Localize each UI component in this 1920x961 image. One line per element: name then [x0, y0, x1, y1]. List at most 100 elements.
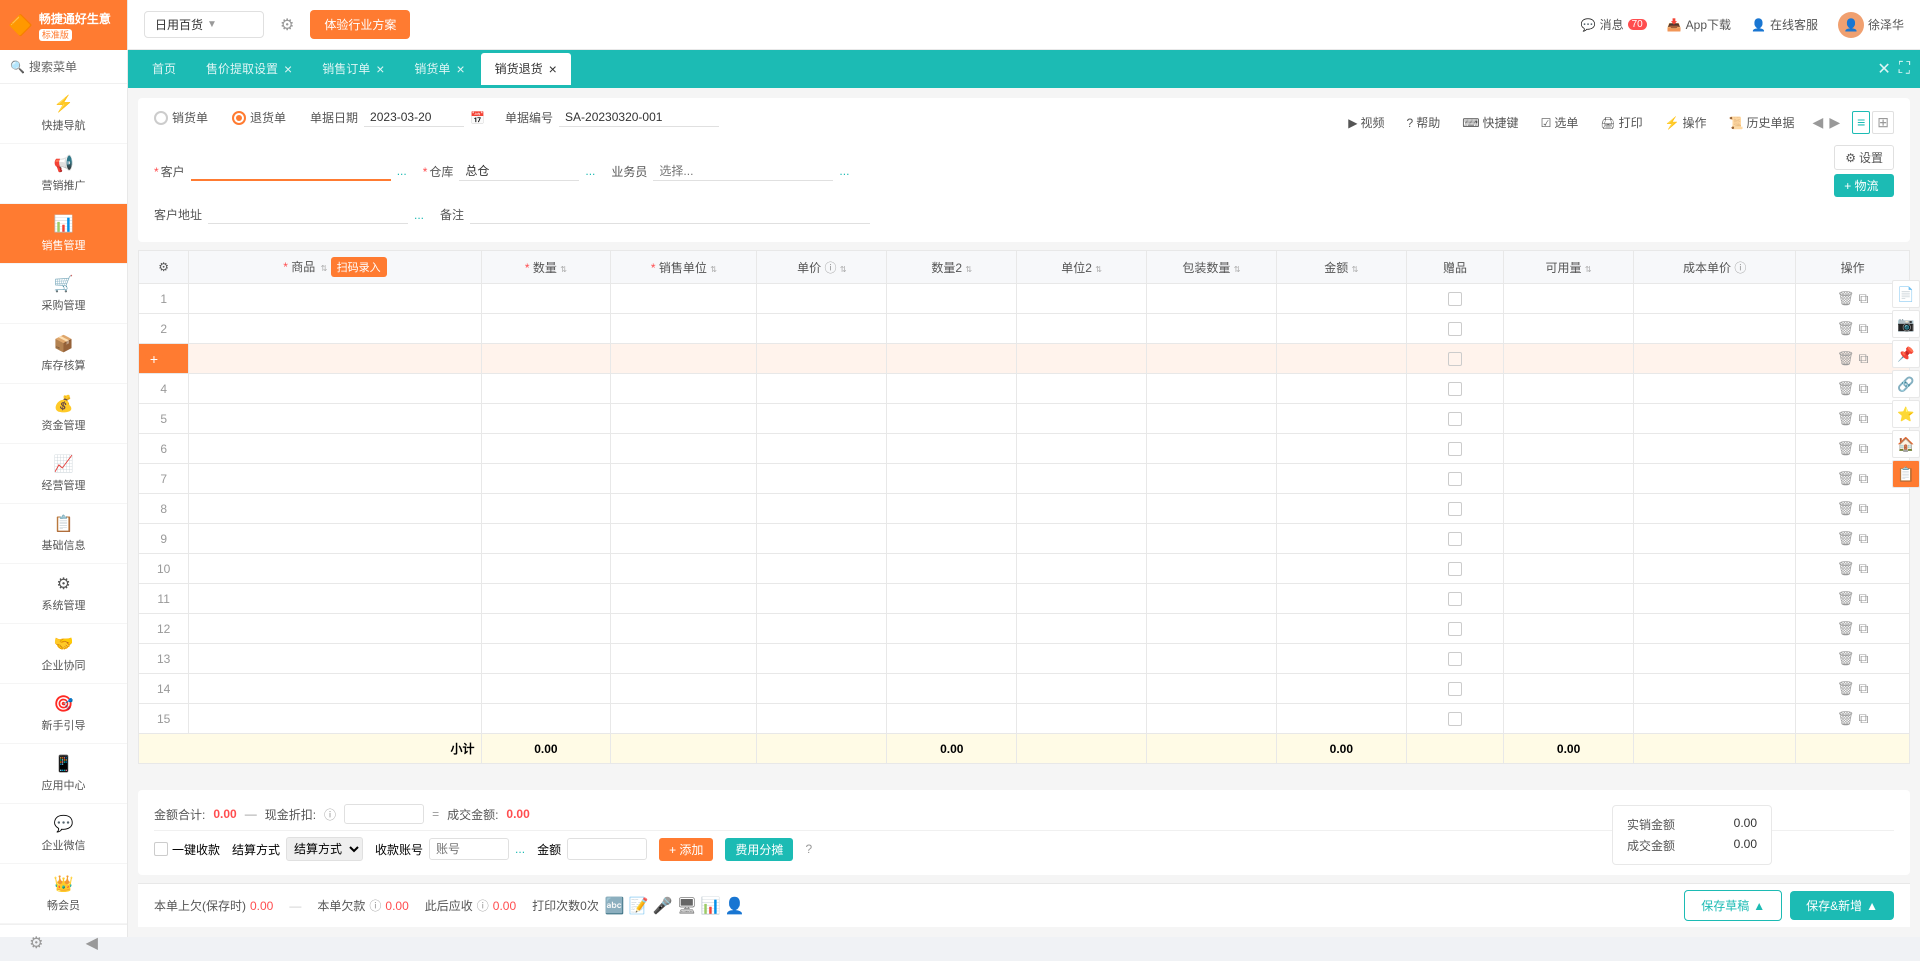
unit2-cell[interactable] — [1017, 644, 1147, 674]
staff-ellipsis[interactable]: ... — [839, 164, 849, 178]
delete-row-icon[interactable]: 🗑 — [1835, 530, 1857, 546]
qty-cell[interactable] — [481, 614, 611, 644]
shortcut-btn[interactable]: ⌨ 快捷键 — [1456, 111, 1524, 134]
side-action-5[interactable]: ⭐ — [1892, 400, 1920, 428]
unit2-cell[interactable] — [1017, 344, 1147, 374]
price-cell[interactable] — [757, 314, 887, 344]
delete-row-icon[interactable]: 🗑 — [1835, 470, 1857, 486]
col-gear[interactable]: ⚙ — [139, 251, 189, 284]
copy-row-icon[interactable]: ⧉ — [1857, 560, 1871, 576]
settings-btn[interactable]: ⚙ 设置 — [1834, 145, 1894, 170]
input-bar-icon-6[interactable]: 👤 — [725, 896, 745, 916]
tab-sale-price-close[interactable]: × — [284, 53, 292, 85]
cost-price-cell[interactable] — [1634, 284, 1796, 314]
qty-cell[interactable] — [481, 404, 611, 434]
qty2-cell[interactable] — [887, 584, 1017, 614]
copy-row-icon[interactable]: ⧉ — [1857, 500, 1871, 516]
delete-row-icon[interactable]: 🗑 — [1835, 320, 1857, 336]
col-product-sort[interactable]: ⇅ — [321, 264, 328, 273]
price-cell[interactable] — [757, 494, 887, 524]
pkg-qty-cell[interactable] — [1147, 464, 1277, 494]
customer-input[interactable] — [191, 161, 391, 181]
cost-price-cell[interactable] — [1634, 554, 1796, 584]
sale-unit-cell[interactable] — [611, 344, 757, 374]
scan-button[interactable]: 扫码录入 — [331, 257, 387, 277]
cost-price-cell[interactable] — [1634, 524, 1796, 554]
price-cell[interactable] — [757, 584, 887, 614]
amount-cell[interactable] — [1276, 704, 1406, 734]
gift-checkbox[interactable] — [1448, 562, 1462, 576]
discount-input[interactable] — [344, 804, 424, 824]
amount-cell[interactable] — [1276, 524, 1406, 554]
unit2-cell[interactable] — [1017, 374, 1147, 404]
available-cell[interactable] — [1504, 464, 1634, 494]
pkg-qty-cell[interactable] — [1147, 344, 1277, 374]
delete-row-icon[interactable]: 🗑 — [1835, 620, 1857, 636]
qty2-cell[interactable] — [887, 614, 1017, 644]
sidebar-item-new-guide[interactable]: 🎯 新手引导 — [0, 684, 127, 744]
qty2-cell[interactable] — [887, 674, 1017, 704]
radio-sale-out[interactable]: 销货单 — [154, 109, 208, 126]
code-input[interactable] — [559, 108, 719, 127]
gift-checkbox[interactable] — [1448, 322, 1462, 336]
pkg-qty-cell[interactable] — [1147, 644, 1277, 674]
copy-row-icon[interactable]: ⧉ — [1857, 650, 1871, 666]
delete-row-icon[interactable]: 🗑 — [1835, 560, 1857, 576]
unit2-cell[interactable] — [1017, 614, 1147, 644]
prev-arrow[interactable]: ◀ — [1811, 114, 1826, 131]
radio-return[interactable]: 退货单 — [232, 109, 286, 126]
sidebar-settings-icon[interactable]: ⚙ — [29, 933, 43, 953]
pkg-qty-cell[interactable] — [1147, 434, 1277, 464]
cost-price-cell[interactable] — [1634, 494, 1796, 524]
available-cell[interactable] — [1504, 404, 1634, 434]
col-unit2-sort[interactable]: ⇅ — [1095, 265, 1102, 274]
copy-row-icon[interactable]: ⧉ — [1857, 410, 1871, 426]
cost-price-cell[interactable] — [1634, 344, 1796, 374]
sale-unit-cell[interactable] — [611, 704, 757, 734]
copy-row-icon[interactable]: ⧉ — [1857, 530, 1871, 546]
cost-price-cell[interactable] — [1634, 644, 1796, 674]
qty-cell[interactable] — [481, 494, 611, 524]
gift-checkbox[interactable] — [1448, 592, 1462, 606]
pkg-qty-cell[interactable] — [1147, 374, 1277, 404]
unit2-cell[interactable] — [1017, 524, 1147, 554]
print-btn[interactable]: 🖨 打印 — [1594, 111, 1648, 134]
qty-cell[interactable] — [481, 374, 611, 404]
topbar-gear-icon[interactable]: ⚙ — [280, 15, 294, 35]
side-action-1[interactable]: 📄 — [1892, 280, 1920, 308]
qty-cell[interactable] — [481, 524, 611, 554]
gift-checkbox[interactable] — [1448, 442, 1462, 456]
pkg-qty-cell[interactable] — [1147, 524, 1277, 554]
unit2-cell[interactable] — [1017, 434, 1147, 464]
price-cell[interactable] — [757, 344, 887, 374]
sale-unit-cell[interactable] — [611, 524, 757, 554]
warehouse-input[interactable] — [459, 162, 579, 181]
unit2-cell[interactable] — [1017, 494, 1147, 524]
qty2-cell[interactable] — [887, 344, 1017, 374]
price-cell[interactable] — [757, 284, 887, 314]
available-cell[interactable] — [1504, 644, 1634, 674]
amount-cell[interactable] — [1276, 494, 1406, 524]
tab-sale-price[interactable]: 售价提取设置 × — [192, 53, 306, 85]
amount-cell[interactable] — [1276, 344, 1406, 374]
available-cell[interactable] — [1504, 584, 1634, 614]
add-payment-btn[interactable]: + 添加 — [659, 838, 713, 861]
sidebar-item-finance[interactable]: 💰 资金管理 — [0, 384, 127, 444]
sidebar-item-basic-info[interactable]: 📋 基础信息 — [0, 504, 127, 564]
sidebar-item-enterprise[interactable]: 🤝 企业协同 — [0, 624, 127, 684]
cost-price-cell[interactable] — [1634, 314, 1796, 344]
customer-ellipsis[interactable]: ... — [397, 164, 407, 178]
gift-checkbox[interactable] — [1448, 472, 1462, 486]
delete-row-icon[interactable]: 🗑 — [1835, 590, 1857, 606]
copy-row-icon[interactable]: ⧉ — [1857, 470, 1871, 486]
available-cell[interactable] — [1504, 344, 1634, 374]
unit2-cell[interactable] — [1017, 404, 1147, 434]
amount-cell[interactable] — [1276, 614, 1406, 644]
gift-checkbox[interactable] — [1448, 532, 1462, 546]
copy-row-icon[interactable]: ⧉ — [1857, 350, 1871, 366]
pkg-qty-cell[interactable] — [1147, 554, 1277, 584]
tab-sale-order-close[interactable]: × — [376, 53, 384, 85]
qty2-cell[interactable] — [887, 434, 1017, 464]
cost-price-cell[interactable] — [1634, 464, 1796, 494]
fee-question-icon[interactable]: ? — [805, 842, 812, 856]
